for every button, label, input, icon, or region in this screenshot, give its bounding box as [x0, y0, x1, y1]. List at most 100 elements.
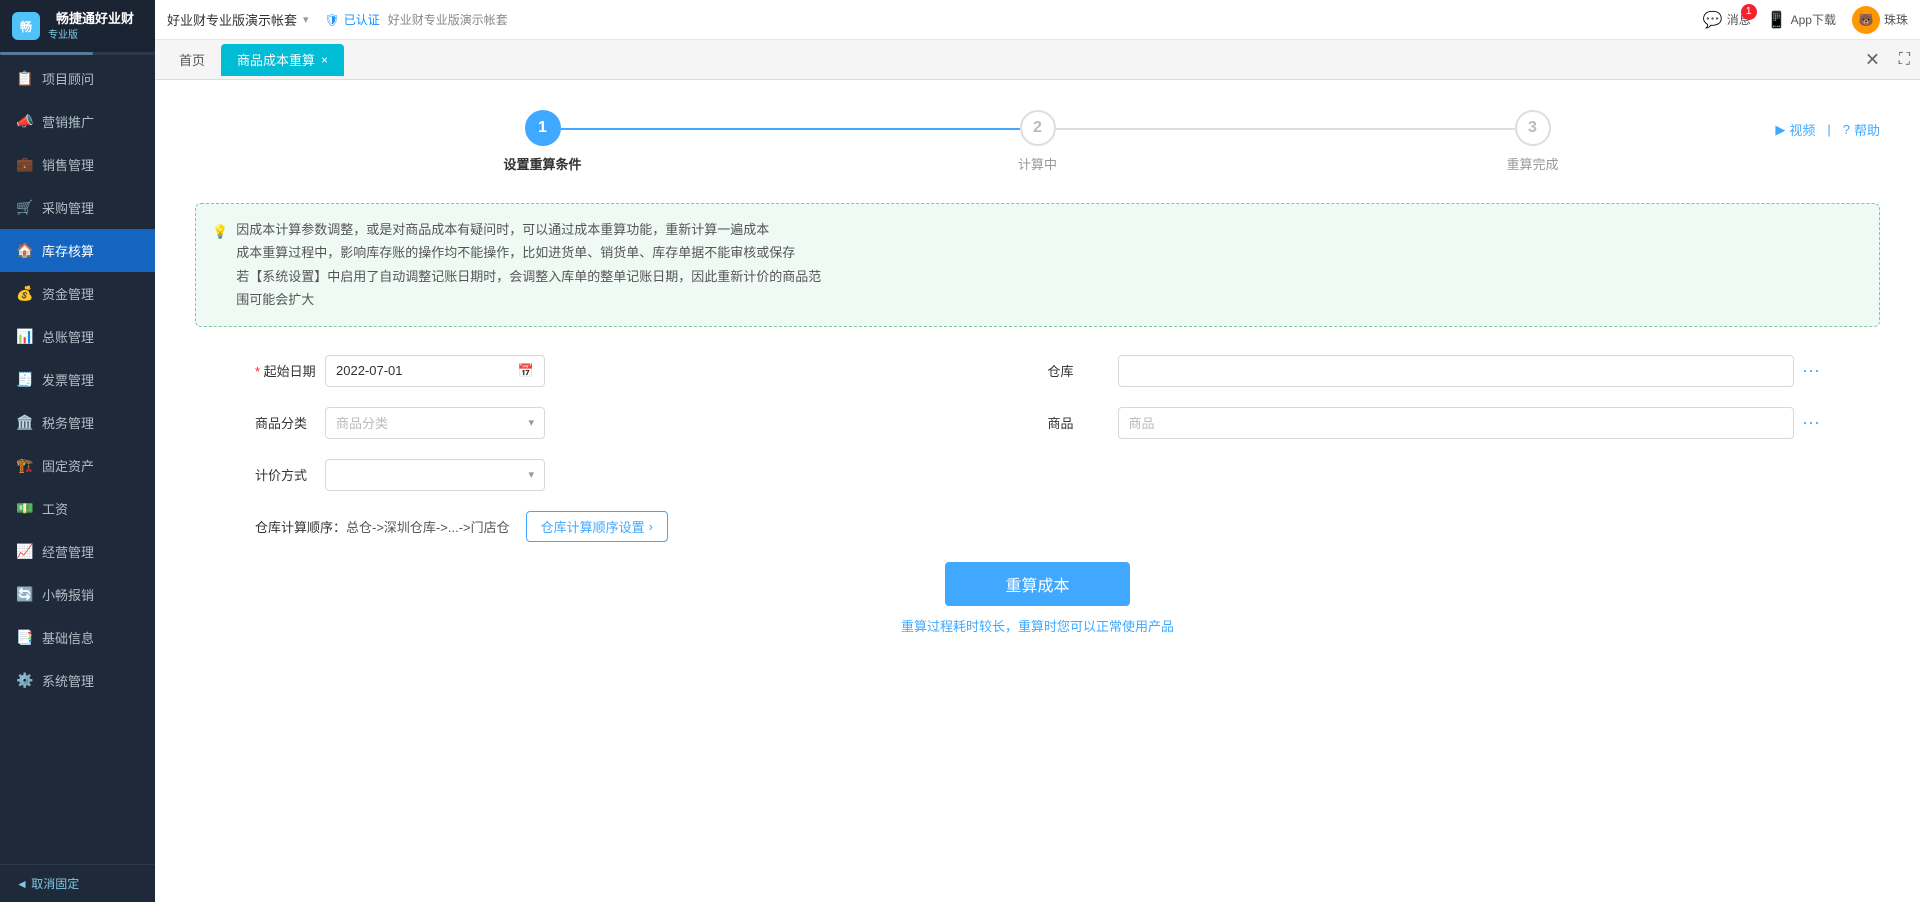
sidebar-item-label: 经营管理: [42, 542, 94, 561]
warehouse-more-icon[interactable]: ···: [1802, 360, 1820, 381]
step-3: 3 重算完成: [1285, 110, 1780, 173]
sales-icon: 💼: [16, 156, 34, 174]
step-3-circle: 3: [1515, 110, 1551, 146]
tab-home-label: 首页: [179, 50, 205, 69]
step-3-number: 3: [1528, 119, 1537, 137]
category-select[interactable]: 商品分类 ▾: [325, 407, 545, 439]
sidebar-item-purchase[interactable]: 🛒 采购管理: [0, 186, 155, 229]
message-button[interactable]: 💬 消息 1: [1703, 10, 1751, 30]
warehouse-label: 仓库: [1048, 361, 1118, 380]
finance-icon: 💰: [16, 285, 34, 303]
tab-home[interactable]: 首页: [163, 44, 221, 76]
panel-expand-button[interactable]: ⛶: [1899, 51, 1910, 69]
avatar: 🐻: [1852, 6, 1880, 34]
content-area: 1 设置重算条件 2 计算中 3 重算完成 ▶: [155, 80, 1920, 902]
sidebar-item-label: 基础信息: [42, 628, 94, 647]
basic-icon: 📑: [16, 629, 34, 647]
info-line-1: 因成本计算参数调整，或是对商品成本有疑问时，可以通过成本重算功能，重新计算一遍成…: [236, 218, 821, 241]
chevron-right-icon: ›: [649, 519, 653, 534]
verified-badge: 🛡 已认证: [325, 11, 380, 28]
sidebar-item-tax[interactable]: 🏛️ 税务管理: [0, 401, 155, 444]
purchase-icon: 🛒: [16, 199, 34, 217]
info-box-text: 因成本计算参数调整，或是对商品成本有疑问时，可以通过成本重算功能，重新计算一遍成…: [236, 218, 821, 312]
warehouse-input[interactable]: [1118, 355, 1795, 387]
warehouse-order-btn-label: 仓库计算顺序设置: [541, 517, 645, 536]
main-area: 好业财专业版演示帐套 ▾ 🛡 已认证 好业财专业版演示帐套 💬 消息 1 📱 A…: [155, 0, 1920, 902]
start-date-field: 起始日期 2022-07-01 📅: [255, 355, 1028, 387]
product-more-icon[interactable]: ···: [1802, 412, 1820, 433]
sidebar-item-label: 营销推广: [42, 112, 94, 131]
step-1-label: 设置重算条件: [503, 154, 581, 173]
app-download-button[interactable]: 📱 App下载: [1767, 10, 1836, 30]
topbar-right: 💬 消息 1 📱 App下载 🐻 珠珠: [1703, 6, 1908, 34]
form-row-3: 计价方式 ▾: [255, 459, 1820, 491]
sidebar-item-label: 固定资产: [42, 456, 94, 475]
sidebar-pin-toggle[interactable]: ◄ 取消固定: [0, 864, 155, 902]
lightbulb-icon: 💡: [212, 220, 228, 312]
help-button[interactable]: ? 帮助: [1843, 120, 1880, 139]
sidebar-item-basic[interactable]: 📑 基础信息: [0, 616, 155, 659]
warehouse-order-label: 仓库计算顺序：: [255, 517, 346, 536]
recalc-button[interactable]: 重算成本: [945, 562, 1129, 606]
category-placeholder: 商品分类: [336, 413, 388, 432]
calendar-icon[interactable]: 📅: [518, 363, 534, 379]
sidebar-item-project[interactable]: 📋 项目顾问: [0, 57, 155, 100]
sidebar-item-label: 工资: [42, 499, 68, 518]
sidebar-item-label: 销售管理: [42, 155, 94, 174]
recalc-hint: 重算过程耗时较长，重算时您可以正常使用产品: [901, 616, 1174, 635]
user-menu[interactable]: 🐻 珠珠: [1852, 6, 1908, 34]
step-2-label: 计算中: [1018, 154, 1057, 173]
sidebar-item-marketing[interactable]: 📣 营销推广: [0, 100, 155, 143]
account-selector[interactable]: 好业财专业版演示帐套 ▾: [167, 10, 309, 29]
sidebar-item-expense[interactable]: 🔄 小畅报销: [0, 573, 155, 616]
steps-wizard: 1 设置重算条件 2 计算中 3 重算完成 ▶: [195, 110, 1880, 173]
sidebar: 畅 畅捷通好业财 专业版 📋 项目顾问 📣 营销推广 💼 销售管理 🛒 采购管理: [0, 0, 155, 902]
sidebar-item-system[interactable]: ⚙️ 系统管理: [0, 659, 155, 702]
sidebar-item-label: 小畅报销: [42, 585, 94, 604]
warehouse-order-row: 仓库计算顺序： 总仓->深圳仓库->...->门店仓 仓库计算顺序设置 ›: [255, 511, 1820, 542]
warehouse-order-settings-button[interactable]: 仓库计算顺序设置 ›: [526, 511, 668, 542]
marketing-icon: 📣: [16, 113, 34, 131]
sidebar-item-salary[interactable]: 💵 工资: [0, 487, 155, 530]
sidebar-item-invoice[interactable]: 🧾 发票管理: [0, 358, 155, 401]
message-icon: 💬: [1703, 10, 1723, 30]
tab-close-icon[interactable]: ×: [321, 53, 328, 67]
app-download-label: App下载: [1791, 11, 1836, 28]
info-line-4: 围可能会扩大: [236, 288, 821, 311]
recalc-btn-label: 重算成本: [1005, 578, 1069, 595]
sidebar-item-management[interactable]: 📈 经营管理: [0, 530, 155, 573]
info-box: 💡 因成本计算参数调整，或是对商品成本有疑问时，可以通过成本重算功能，重新计算一…: [195, 203, 1880, 327]
start-date-input[interactable]: 2022-07-01 📅: [325, 355, 545, 387]
pricing-field: 计价方式 ▾: [255, 459, 1028, 491]
warehouse-order-value: 总仓->深圳仓库->...->门店仓: [346, 517, 510, 536]
play-icon: ▶: [1775, 122, 1785, 138]
panel-close-button[interactable]: ✕: [1865, 49, 1880, 70]
pricing-label: 计价方式: [255, 465, 325, 484]
tabbar: 首页 商品成本重算 × ✕ ⛶: [155, 40, 1920, 80]
sidebar-item-label: 项目顾问: [42, 69, 94, 88]
pricing-select[interactable]: ▾: [325, 459, 545, 491]
sidebar-item-inventory[interactable]: 🏠 库存核算: [0, 229, 155, 272]
sidebar-item-label: 发票管理: [42, 370, 94, 389]
video-label: 视频: [1789, 120, 1815, 139]
tab-cost-recalc[interactable]: 商品成本重算 ×: [221, 44, 344, 76]
category-chevron-icon: ▾: [528, 416, 534, 429]
sidebar-item-finance[interactable]: 💰 资金管理: [0, 272, 155, 315]
sidebar-item-label: 总账管理: [42, 327, 94, 346]
verified-text: 已认证: [344, 11, 380, 28]
help-label: 帮助: [1854, 120, 1880, 139]
salary-icon: 💵: [16, 500, 34, 518]
sidebar-item-sales[interactable]: 💼 销售管理: [0, 143, 155, 186]
steps-actions: ▶ 视频 | ? 帮助: [1775, 120, 1880, 139]
category-field: 商品分类 商品分类 ▾: [255, 407, 1028, 439]
sidebar-item-accounting[interactable]: 📊 总账管理: [0, 315, 155, 358]
account-full-name: 好业财专业版演示帐套: [388, 11, 508, 28]
step-1: 1 设置重算条件: [295, 110, 790, 173]
step-1-number: 1: [538, 119, 547, 137]
video-button[interactable]: ▶ 视频: [1775, 120, 1815, 139]
sidebar-header: 畅 畅捷通好业财 专业版: [0, 0, 155, 52]
product-input[interactable]: 商品: [1118, 407, 1795, 439]
pricing-chevron-icon: ▾: [528, 468, 534, 481]
step-1-circle: 1: [525, 110, 561, 146]
sidebar-item-assets[interactable]: 🏗️ 固定资产: [0, 444, 155, 487]
